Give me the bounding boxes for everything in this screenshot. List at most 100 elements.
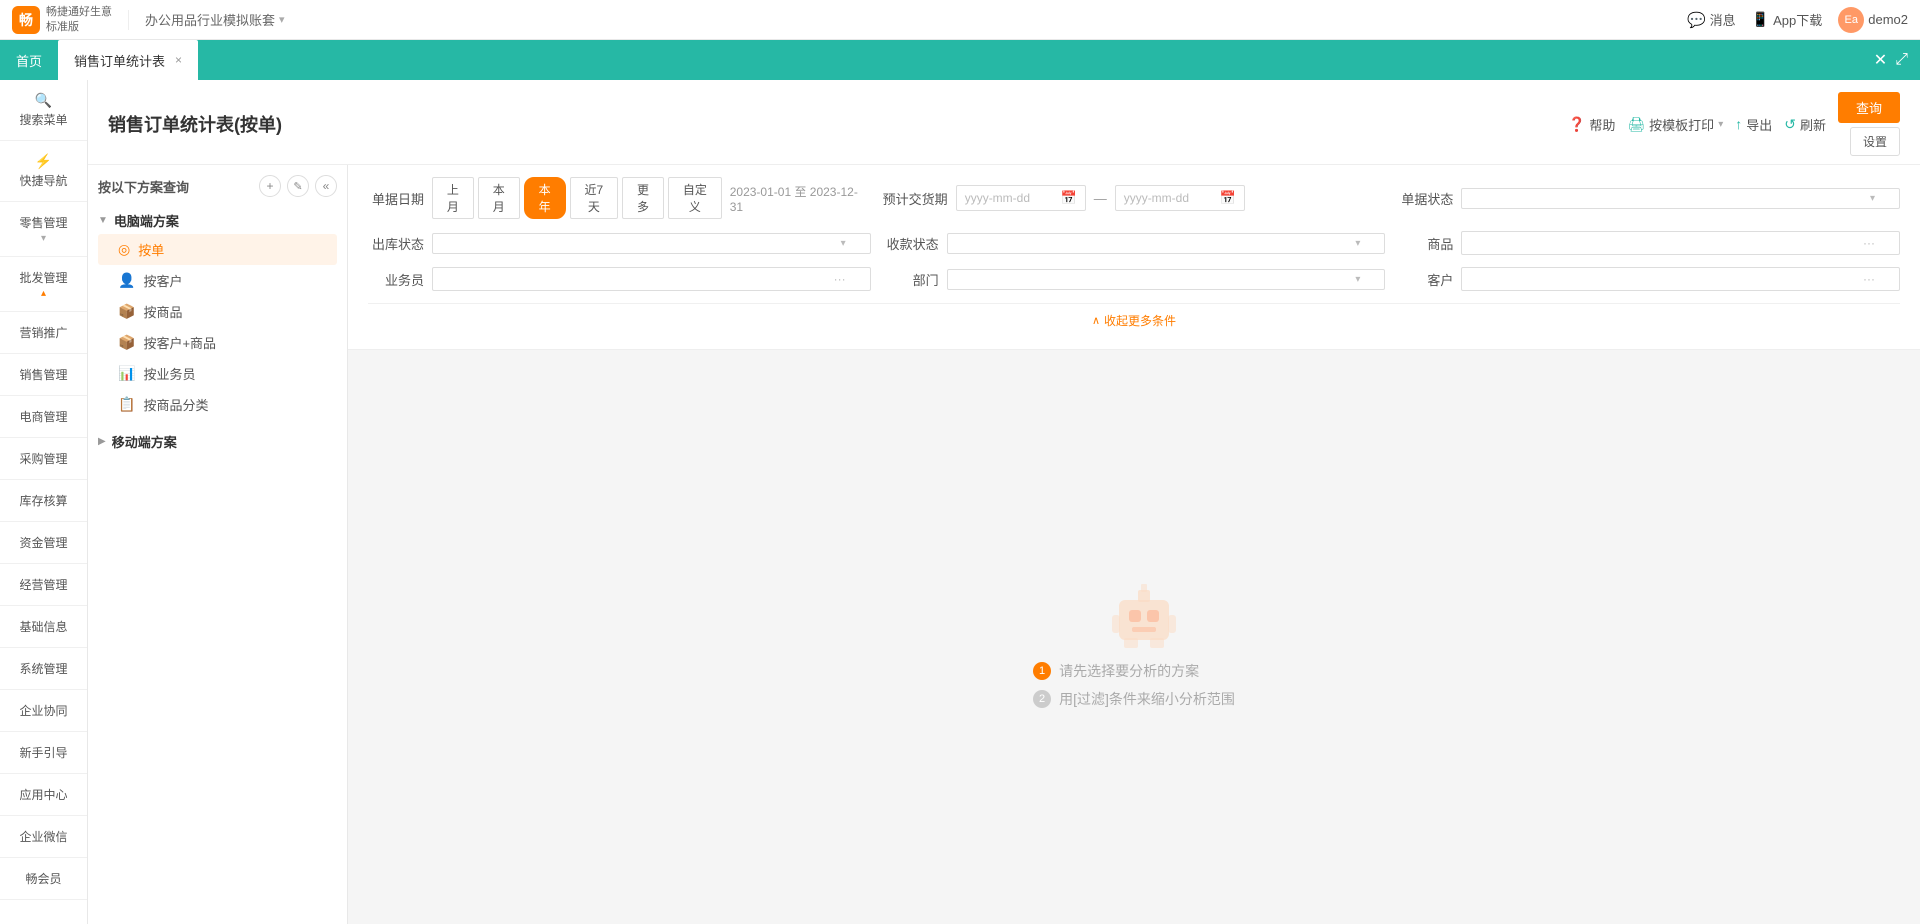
sidebar-item-operations[interactable]: 经营管理 <box>0 564 87 606</box>
empty-state: 1 请先选择要分析的方案 2 用[过滤]条件来缩小分析范围 <box>348 350 1920 924</box>
delivery-date-start-input[interactable]: yyyy-mm-dd 📅 <box>956 185 1086 211</box>
collapse-filter-bar[interactable]: ∧ 收起更多条件 <box>368 303 1900 337</box>
page-actions: ❓ 帮助 🖨 按模板打印 ▾ ↑ 导出 ↺ 刷新 查询 <box>1568 92 1900 156</box>
order-status-label: 单据状态 <box>1397 189 1453 208</box>
payment-status-label: 收款状态 <box>883 234 939 253</box>
pc-section-title: 电脑端方案 <box>114 211 179 230</box>
product-dots[interactable]: ··· <box>1863 236 1875 250</box>
mobile-section-header[interactable]: ▶ 移动端方案 <box>98 428 337 455</box>
salesperson-dots[interactable]: ··· <box>834 272 846 286</box>
sidebar-item-wechat[interactable]: 企业微信 <box>0 816 87 858</box>
sidebar-item-apps[interactable]: 应用中心 <box>0 774 87 816</box>
help-button[interactable]: ❓ 帮助 <box>1568 115 1615 134</box>
scheme-by-order[interactable]: ◎ 按单 <box>98 234 337 265</box>
scheme-customer-product-icon: 📦 <box>118 334 135 351</box>
sidebar-item-sales[interactable]: 销售管理 <box>0 354 87 396</box>
scheme-by-product[interactable]: 📦 按商品 <box>98 296 337 327</box>
edit-scheme-button[interactable]: ✎ <box>287 175 309 197</box>
pc-scheme-section: ▼ 电脑端方案 ◎ 按单 👤 按客户 📦 按商品 <box>98 207 337 420</box>
content-wrapper: 按以下方案查询 + ✎ « ▼ 电脑端方案 ◎ 按单 <box>88 165 1920 924</box>
calendar-start-icon: 📅 <box>1061 190 1077 206</box>
salesperson-label: 业务员 <box>368 270 424 289</box>
sidebar-item-system[interactable]: 系统管理 <box>0 648 87 690</box>
query-button[interactable]: 查询 <box>1838 92 1900 123</box>
dropdown-icon: ▾ <box>279 13 285 26</box>
salesperson-select[interactable]: ··· <box>432 267 871 291</box>
action-buttons: 查询 设置 <box>1838 92 1900 156</box>
order-status-select[interactable]: ▾ <box>1461 188 1900 209</box>
tab-bar-actions: ✕ ⤢ <box>1874 50 1920 70</box>
department-select[interactable]: ▾ <box>947 269 1386 290</box>
customer-select[interactable]: ··· <box>1461 267 1900 291</box>
sidebar-item-finance[interactable]: 资金管理 <box>0 522 87 564</box>
filter-date-group: 单据日期 上月 本月 本年 近7天 更多 自定义 2023-01-01 至 20… <box>368 177 871 219</box>
payment-status-select[interactable]: ▾ <box>947 233 1386 254</box>
settings-button[interactable]: 设置 <box>1850 127 1900 156</box>
product-select[interactable]: ··· <box>1461 231 1900 255</box>
top-bar: 畅 畅捷通好生意 标准版 办公用品行业模拟账套 ▾ 💬 消息 📱 App下载 E… <box>0 0 1920 40</box>
filter-row-1: 单据日期 上月 本月 本年 近7天 更多 自定义 2023-01-01 至 20… <box>368 177 1900 219</box>
scheme-by-customer-product[interactable]: 📦 按客户+商品 <box>98 327 337 358</box>
date-btn-this-year[interactable]: 本年 <box>524 177 566 219</box>
tab-home[interactable]: 首页 <box>0 40 58 80</box>
quicknav-icon: ⚡ <box>35 153 52 170</box>
sidebar-item-vip[interactable]: 畅会员 <box>0 858 87 900</box>
product-label: 商品 <box>1397 234 1453 253</box>
top-bar-right: 💬 消息 📱 App下载 Ea demo2 <box>1687 7 1908 33</box>
top-bar-left: 畅 畅捷通好生意 标准版 办公用品行业模拟账套 ▾ <box>12 5 285 34</box>
date-btn-custom[interactable]: 自定义 <box>668 177 722 219</box>
print-dropdown-arrow: ▾ <box>1718 119 1723 130</box>
sidebar-item-retail[interactable]: 零售管理 ▾ <box>0 202 87 257</box>
sidebar-item-newbie[interactable]: 新手引导 <box>0 732 87 774</box>
date-btn-last-month[interactable]: 上月 <box>432 177 474 219</box>
sidebar-item-marketing[interactable]: 营销推广 <box>0 312 87 354</box>
customer-dots[interactable]: ··· <box>1863 272 1875 286</box>
sidebar-item-wholesale[interactable]: 批发管理 ▴ <box>0 257 87 312</box>
scheme-product-icon: 📦 <box>118 303 135 320</box>
delivery-date-end-input[interactable]: yyyy-mm-dd 📅 <box>1115 185 1245 211</box>
logo-area: 畅 畅捷通好生意 标准版 <box>12 5 112 34</box>
logo-text: 畅捷通好生意 标准版 <box>46 5 112 34</box>
filter-salesperson-group: 业务员 ··· <box>368 267 871 291</box>
delivery-status-select[interactable]: ▾ <box>432 233 871 254</box>
tip-number-2: 2 <box>1033 690 1051 708</box>
add-scheme-button[interactable]: + <box>259 175 281 197</box>
collapse-panel-button[interactable]: « <box>315 175 337 197</box>
collapse-text: ∧ 收起更多条件 <box>1092 312 1176 329</box>
date-range-text: 2023-01-01 至 2023-12-31 <box>730 183 871 214</box>
pc-section-header[interactable]: ▼ 电脑端方案 <box>98 207 337 234</box>
customer-label: 客户 <box>1397 270 1453 289</box>
export-button[interactable]: ↑ 导出 <box>1735 115 1772 134</box>
user-menu[interactable]: Ea demo2 <box>1838 7 1908 33</box>
date-btn-7days[interactable]: 近7天 <box>570 177 619 219</box>
filter-department-group: 部门 ▾ <box>883 269 1386 290</box>
sidebar-item-search[interactable]: 🔍 搜索菜单 <box>0 80 87 141</box>
sidebar-item-purchase[interactable]: 采购管理 <box>0 438 87 480</box>
date-btn-this-month[interactable]: 本月 <box>478 177 520 219</box>
sidebar-item-corp[interactable]: 企业协同 <box>0 690 87 732</box>
window-maximize-icon[interactable]: ⤢ <box>1895 51 1908 69</box>
tab-sales-order[interactable]: 销售订单统计表 × <box>58 40 198 80</box>
sidebar-item-basic[interactable]: 基础信息 <box>0 606 87 648</box>
app-download-button[interactable]: 📱 App下载 <box>1752 10 1823 29</box>
message-button[interactable]: 💬 消息 <box>1687 10 1736 29</box>
left-panel-header: 按以下方案查询 + ✎ « <box>98 175 337 197</box>
date-btn-more[interactable]: 更多 <box>622 177 664 219</box>
scheme-by-product-category[interactable]: 📋 按商品分类 <box>98 389 337 420</box>
refresh-button[interactable]: ↺ 刷新 <box>1784 115 1826 134</box>
top-bar-title[interactable]: 办公用品行业模拟账套 ▾ <box>145 10 285 29</box>
print-icon: 🖨 <box>1627 116 1645 133</box>
department-label: 部门 <box>883 270 939 289</box>
sidebar-item-quicknav[interactable]: ⚡ 快捷导航 <box>0 141 87 202</box>
sidebar-item-ecommerce[interactable]: 电商管理 <box>0 396 87 438</box>
window-close-icon[interactable]: ✕ <box>1874 50 1887 70</box>
scheme-by-salesperson[interactable]: 📊 按业务员 <box>98 358 337 389</box>
date-label: 单据日期 <box>368 189 424 208</box>
empty-tip-2: 2 用[过滤]条件来缩小分析范围 <box>1033 689 1235 709</box>
sidebar-item-inventory[interactable]: 库存核算 <box>0 480 87 522</box>
left-panel: 按以下方案查询 + ✎ « ▼ 电脑端方案 ◎ 按单 <box>88 165 348 924</box>
template-print-button[interactable]: 🖨 按模板打印 ▾ <box>1627 115 1723 134</box>
avatar: Ea <box>1838 7 1864 33</box>
scheme-by-customer[interactable]: 👤 按客户 <box>98 265 337 296</box>
tab-close-icon[interactable]: × <box>175 53 182 67</box>
